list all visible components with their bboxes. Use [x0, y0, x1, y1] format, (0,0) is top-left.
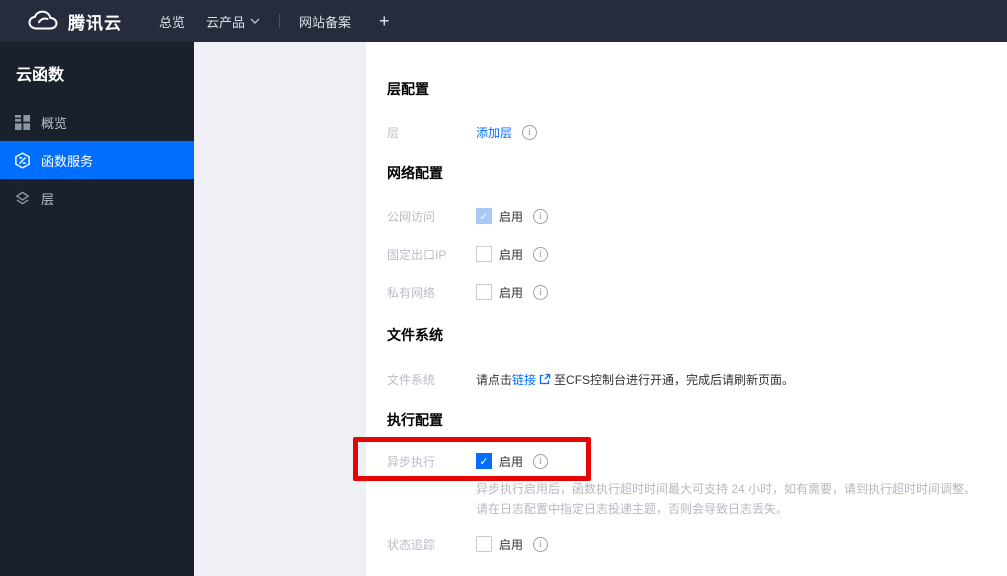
- field-label-layer: 层: [387, 125, 400, 140]
- nav-divider: [279, 14, 281, 28]
- file-system-hint: 请点击链接 至CFS控制台进行开通，完成后请刷新页面。: [476, 372, 795, 387]
- info-icon[interactable]: [533, 246, 549, 262]
- secondary-panel: [194, 42, 366, 576]
- public-access-row: 公网访问 启用: [387, 207, 549, 225]
- topbar: 腾讯云 总览 云产品 网站备案 +: [0, 0, 1007, 42]
- enable-label: 启用: [499, 285, 524, 300]
- grid-overview-icon: [14, 114, 31, 131]
- field-label-private-network: 私有网络: [387, 285, 436, 300]
- sidebar-item-layers[interactable]: 层: [0, 179, 194, 217]
- cfs-link[interactable]: 链接: [512, 373, 536, 387]
- layers-icon: [14, 190, 31, 207]
- info-icon[interactable]: [533, 453, 549, 469]
- field-label-fixed-ip: 固定出口IP: [387, 247, 447, 262]
- sidebar: 云函数 概览 函数服务 层: [0, 42, 194, 576]
- section-title-file-system: 文件系统: [387, 327, 443, 343]
- enable-label: 启用: [499, 537, 524, 552]
- section-title-execution-config: 执行配置: [387, 412, 443, 428]
- async-execution-row: 异步执行 启用: [387, 452, 549, 470]
- field-label-async-execution: 异步执行: [387, 454, 436, 469]
- cloud-logo-icon: [27, 10, 59, 32]
- layer-row: 层 添加层: [387, 123, 538, 141]
- status-trace-row: 状态追踪 启用: [387, 535, 549, 553]
- sidebar-menu: 概览 函数服务 层: [0, 103, 194, 217]
- chevron-down-icon: [250, 18, 260, 24]
- add-tab-button[interactable]: +: [379, 11, 390, 32]
- sidebar-item-overview[interactable]: 概览: [0, 103, 194, 141]
- field-label-status-trace: 状态追踪: [387, 537, 436, 552]
- brand[interactable]: 腾讯云: [27, 9, 122, 34]
- private-network-checkbox[interactable]: [476, 284, 492, 300]
- enable-label: 启用: [499, 247, 524, 262]
- sidebar-item-label: 函数服务: [41, 153, 94, 169]
- info-icon[interactable]: [533, 208, 549, 224]
- sidebar-title: 云函数: [16, 67, 65, 84]
- fixed-ip-checkbox[interactable]: [476, 246, 492, 262]
- file-system-row: 文件系统 请点击链接 至CFS控制台进行开通，完成后请刷新页面。: [387, 370, 794, 388]
- field-label-file-system: 文件系统: [387, 372, 436, 387]
- nav-item-products[interactable]: 云产品: [206, 12, 260, 31]
- info-icon[interactable]: [533, 284, 549, 300]
- info-icon[interactable]: [522, 124, 538, 140]
- add-layer-link[interactable]: 添加层: [476, 124, 512, 141]
- async-execution-checkbox[interactable]: [476, 453, 492, 469]
- sidebar-item-label: 概览: [41, 115, 68, 131]
- nav-item-beian[interactable]: 网站备案: [299, 12, 351, 31]
- sidebar-item-label: 层: [41, 191, 55, 207]
- info-icon[interactable]: [533, 536, 549, 552]
- async-execution-help-text: 异步执行启用后，函数执行超时时间最大可支持 24 小时，如有需要，请到执行超时时…: [476, 482, 977, 516]
- brand-name: 腾讯云: [68, 13, 122, 33]
- enable-label: 启用: [499, 454, 524, 469]
- public-access-checkbox: [476, 208, 492, 224]
- external-link-icon: [539, 373, 551, 385]
- sidebar-item-function-service[interactable]: 函数服务: [0, 141, 194, 179]
- enable-label: 启用: [499, 209, 524, 224]
- field-label-public-access: 公网访问: [387, 209, 436, 224]
- hexagon-function-icon: [14, 151, 31, 169]
- status-trace-checkbox[interactable]: [476, 536, 492, 552]
- section-title-layer-config: 层配置: [387, 81, 429, 97]
- private-network-row: 私有网络 启用: [387, 283, 549, 301]
- section-title-network-config: 网络配置: [387, 165, 443, 181]
- fixed-ip-row: 固定出口IP 启用: [387, 245, 549, 263]
- nav-item-overview[interactable]: 总览: [159, 12, 185, 31]
